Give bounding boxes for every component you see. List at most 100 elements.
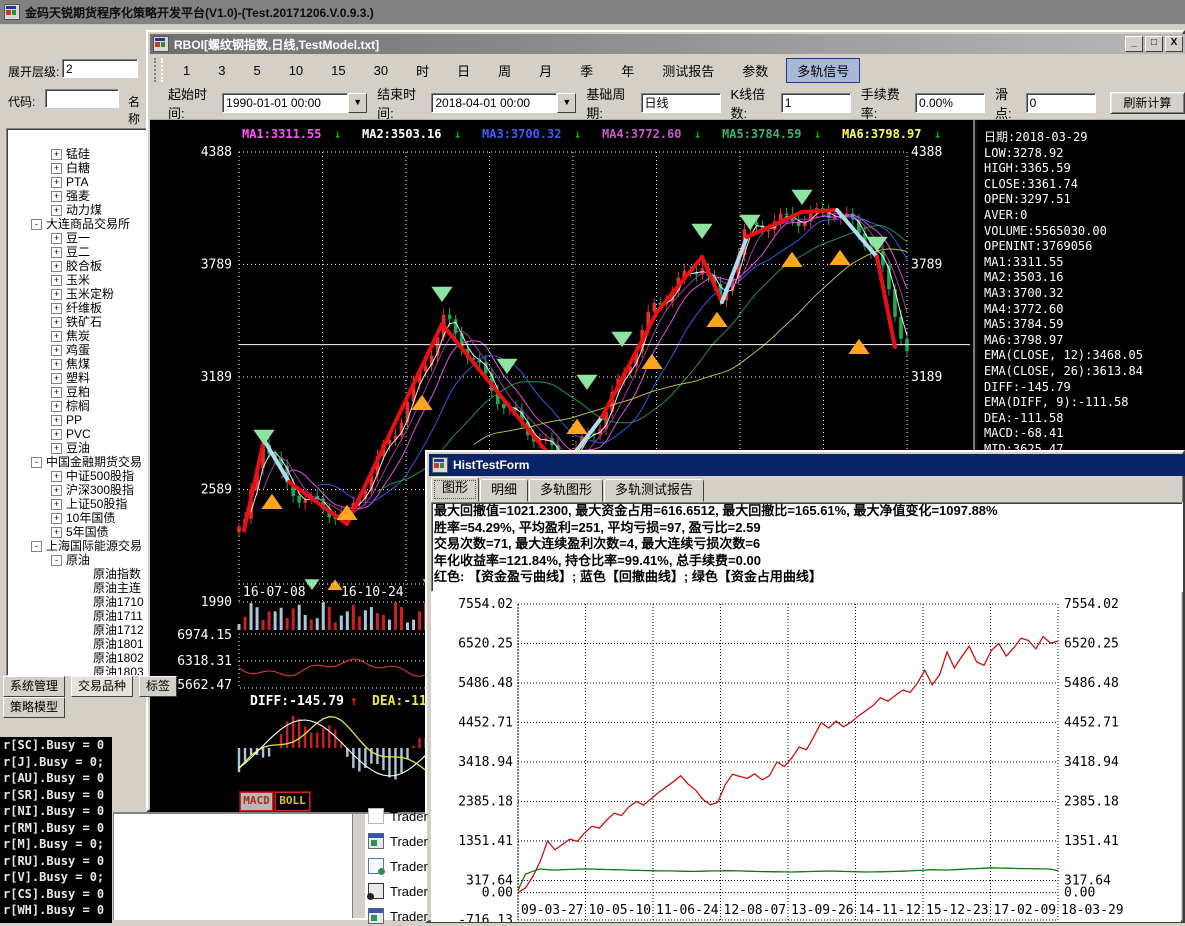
period-button-3[interactable]: 3 <box>208 61 235 80</box>
period-button-季[interactable]: 季 <box>570 59 603 82</box>
boll-button[interactable]: BOLL <box>275 792 310 811</box>
param-input[interactable] <box>641 93 721 113</box>
left-tab-交易品种[interactable]: 交易品种 <box>71 676 133 697</box>
expand-icon[interactable]: + <box>51 317 62 328</box>
close-button[interactable]: X <box>1165 36 1183 52</box>
tree-item-5年国债[interactable]: +5年国债 <box>51 525 109 539</box>
expand-icon[interactable]: + <box>51 303 62 314</box>
tree-item-原油指数[interactable]: 原油指数 <box>93 567 141 581</box>
tree-item-焦炭[interactable]: +焦炭 <box>51 329 90 343</box>
tree-item-焦煤[interactable]: +焦煤 <box>51 357 90 371</box>
tree-item-塑料[interactable]: +塑料 <box>51 371 90 385</box>
period-button-月[interactable]: 月 <box>529 59 562 82</box>
main-titlebar[interactable]: 金码天锐期货程序化策略开发平台(V1.0)-(Test.20171206.V.0… <box>0 0 1185 25</box>
tree-item-玉米定粉[interactable]: +玉米定粉 <box>51 287 114 301</box>
trader-list-item[interactable]: Trader <box>368 806 428 826</box>
toolbar-drag-handle[interactable] <box>154 58 163 82</box>
period-button-日[interactable]: 日 <box>447 59 480 82</box>
tree-item-10年国债[interactable]: +10年国债 <box>51 511 115 525</box>
expand-icon[interactable]: + <box>51 233 62 244</box>
expand-icon[interactable]: + <box>51 275 62 286</box>
tree-item-上证50股指[interactable]: +上证50股指 <box>51 497 127 511</box>
tree-item-中证500股指[interactable]: +中证500股指 <box>51 469 134 483</box>
period-button-10[interactable]: 10 <box>279 61 313 80</box>
period-button-时[interactable]: 时 <box>406 59 439 82</box>
macd-button[interactable]: MACD <box>240 792 273 811</box>
tree-item-豆油[interactable]: +豆油 <box>51 441 90 455</box>
period-button-1[interactable]: 1 <box>173 61 200 80</box>
period-button-15[interactable]: 15 <box>321 61 355 80</box>
expand-icon[interactable]: + <box>51 485 62 496</box>
tree-item-胶合板[interactable]: +胶合板 <box>51 259 102 273</box>
trader-list-item[interactable]: Trader <box>368 856 428 876</box>
period-button-周[interactable]: 周 <box>488 59 521 82</box>
tree-item-PP[interactable]: +PP <box>51 413 82 427</box>
tree-item-原油[interactable]: -原油 <box>51 553 90 567</box>
period-button-参数[interactable]: 参数 <box>732 59 778 82</box>
panel-divider[interactable] <box>352 814 366 918</box>
code-input[interactable] <box>45 89 119 108</box>
period-button-30[interactable]: 30 <box>364 61 398 80</box>
left-tab-标签[interactable]: 标签 <box>139 676 177 697</box>
expand-icon[interactable]: + <box>51 443 62 454</box>
expand-icon[interactable]: + <box>51 289 62 300</box>
tree-item-豆一[interactable]: +豆一 <box>51 231 90 245</box>
tree-item-动力煤[interactable]: +动力煤 <box>51 203 102 217</box>
trader-list-item[interactable]: Trader <box>368 881 428 901</box>
expand-icon[interactable]: + <box>51 513 62 524</box>
expand-icon[interactable]: + <box>51 149 62 160</box>
period-button-测试报告[interactable]: 测试报告 <box>652 59 724 82</box>
collapse-icon[interactable]: - <box>31 541 42 552</box>
expand-icon[interactable]: + <box>51 471 62 482</box>
expand-icon[interactable]: + <box>51 247 62 258</box>
tree-item-铁矿石[interactable]: +铁矿石 <box>51 315 102 329</box>
period-button-年[interactable]: 年 <box>611 59 644 82</box>
expand-icon[interactable]: + <box>51 345 62 356</box>
hist-tab-图形[interactable]: 图形 <box>431 477 479 502</box>
tree-item-原油1801[interactable]: 原油1801 <box>93 637 144 651</box>
collapse-icon[interactable]: - <box>31 219 42 230</box>
left-tab-策略模型[interactable]: 策略模型 <box>3 697 65 718</box>
tree-item-原油1712[interactable]: 原油1712 <box>93 623 144 637</box>
tree-item-中国金融期货交易[interactable]: -中国金融期货交易 <box>31 455 142 469</box>
tree-item-棕榈[interactable]: +棕榈 <box>51 399 90 413</box>
log-terminal[interactable]: r[SC].Busy = 0r[J].Busy = 0;r[AU].Busy =… <box>0 737 112 923</box>
combo-input[interactable] <box>431 93 557 113</box>
combo-input[interactable] <box>222 93 348 113</box>
tree-item-PTA[interactable]: +PTA <box>51 175 88 189</box>
trader-list-item[interactable]: Trader <box>368 831 428 851</box>
tree-item-原油1803[interactable]: 原油1803 <box>93 665 144 676</box>
rboi-titlebar[interactable]: RBOI[螺纹钢指数,日线,TestModel.txt] _□X <box>150 34 1185 54</box>
tree-item-PVC[interactable]: +PVC <box>51 427 91 441</box>
param-input[interactable] <box>781 93 851 113</box>
period-button-5[interactable]: 5 <box>243 61 270 80</box>
expand-icon[interactable]: + <box>51 415 62 426</box>
tree-item-玉米[interactable]: +玉米 <box>51 273 90 287</box>
hist-tab-多轨图形[interactable]: 多轨图形 <box>529 479 603 502</box>
tree-item-豆粕[interactable]: +豆粕 <box>51 385 90 399</box>
expand-icon[interactable]: + <box>51 359 62 370</box>
tree-item-白糖[interactable]: +白糖 <box>51 161 90 175</box>
left-tab-系统管理[interactable]: 系统管理 <box>3 676 65 697</box>
maximize-button[interactable]: □ <box>1145 36 1163 52</box>
tree-item-原油1711[interactable]: 原油1711 <box>93 609 143 623</box>
minimize-button[interactable]: _ <box>1125 36 1143 52</box>
expand-icon[interactable]: + <box>51 177 62 188</box>
hist-tab-明细[interactable]: 明细 <box>480 479 528 502</box>
collapse-icon[interactable]: - <box>31 457 42 468</box>
param-input[interactable] <box>1026 93 1096 113</box>
expand-icon[interactable]: + <box>51 331 62 342</box>
refresh-button[interactable]: 刷新计算 <box>1110 92 1185 114</box>
collapse-icon[interactable]: - <box>51 555 62 566</box>
expand-icon[interactable]: + <box>51 373 62 384</box>
expand-icon[interactable]: + <box>51 191 62 202</box>
expand-icon[interactable]: + <box>51 527 62 538</box>
tree-item-纤维板[interactable]: +纤维板 <box>51 301 102 315</box>
tree-item-豆二[interactable]: +豆二 <box>51 245 90 259</box>
expand-icon[interactable]: + <box>51 429 62 440</box>
expand-level-input[interactable] <box>62 59 138 78</box>
param-input[interactable] <box>915 93 985 113</box>
period-button-多轨信号[interactable]: 多轨信号 <box>786 58 860 83</box>
tree-item-原油1802[interactable]: 原油1802 <box>93 651 144 665</box>
chevron-down-icon[interactable]: ▼ <box>348 93 367 113</box>
